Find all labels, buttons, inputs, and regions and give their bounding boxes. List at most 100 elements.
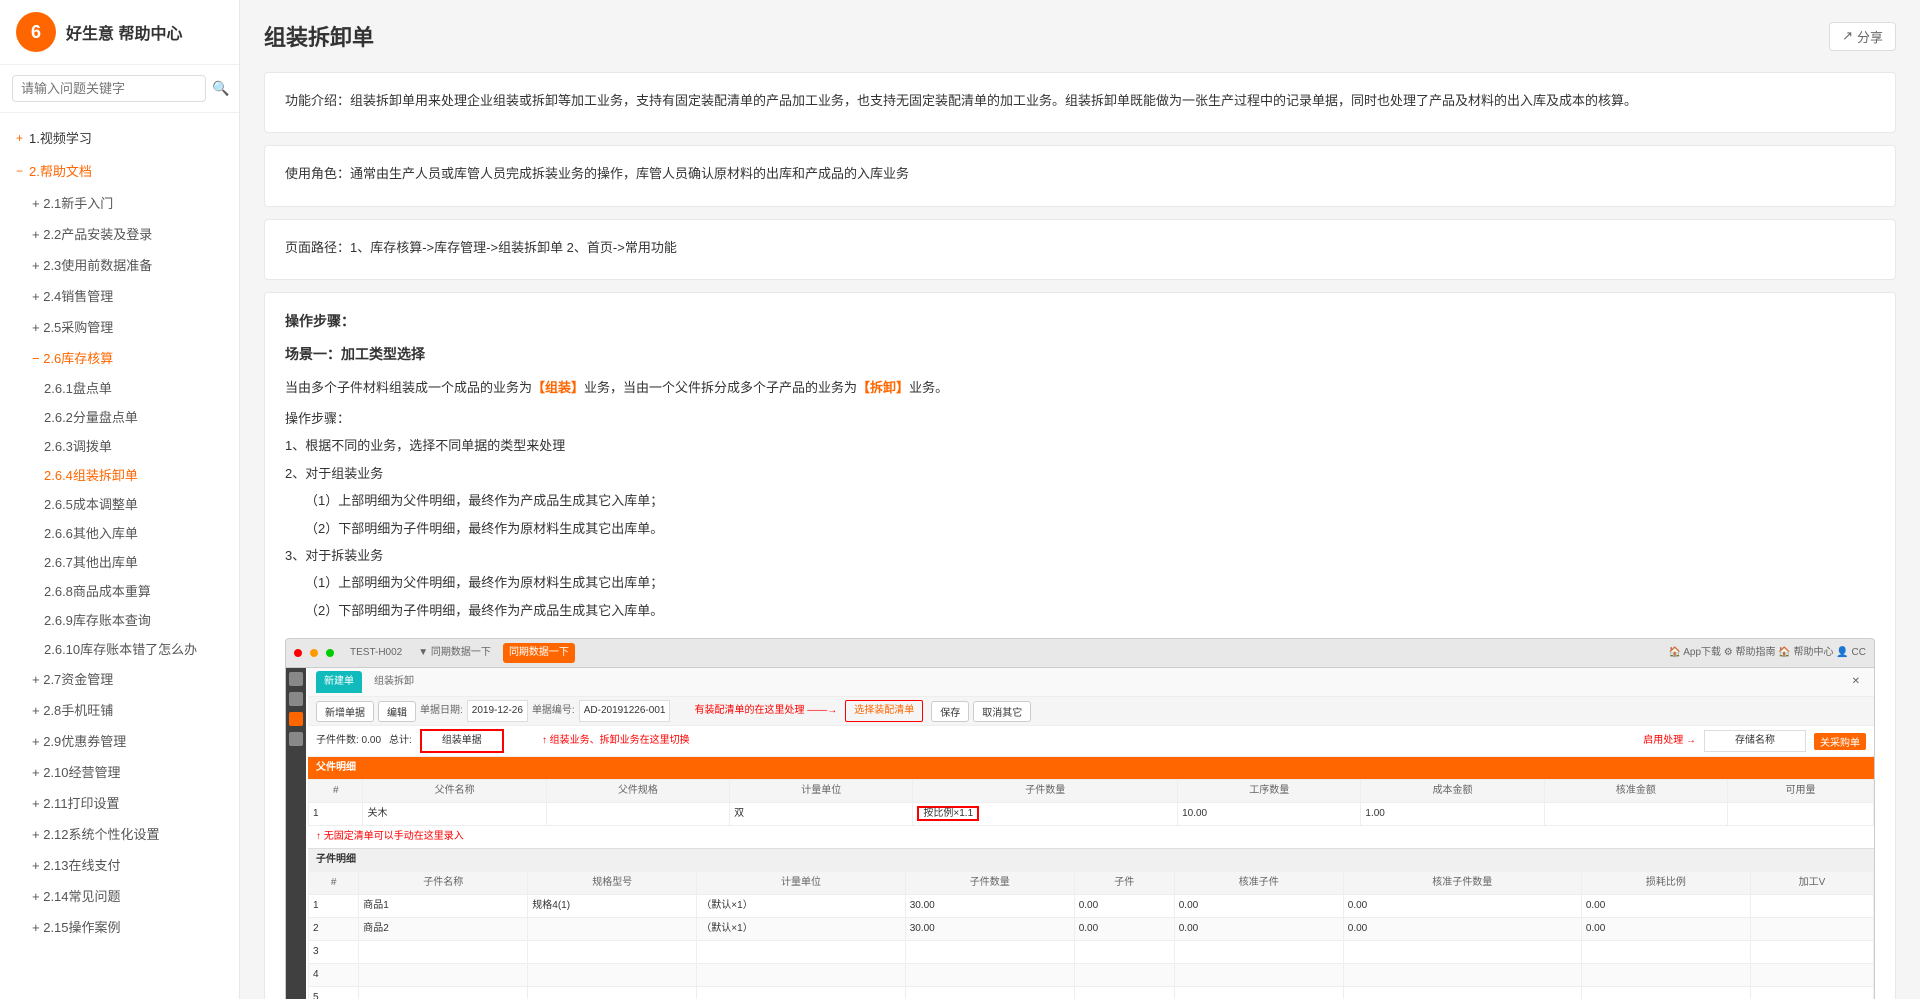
mock-date-label: 单据日期:: [420, 702, 463, 720]
max-dot: [326, 649, 334, 657]
share-icon: ↗: [1842, 28, 1853, 44]
sidebar-item-2-6-10[interactable]: 2.6.10库存账本错了怎么办: [0, 634, 239, 663]
mock-sub-row-4: 4: [309, 964, 1874, 987]
main-content: 组装拆卸单 ↗ 分享 功能介绍：组装拆卸单用来处理企业组装或拆卸等加工业务，支持…: [240, 0, 1920, 999]
mock-sub-th-unit: 计量单位: [697, 872, 905, 895]
path-text: 页面路径：1、库存核算->库存管理->组装拆卸单 2、首页->常用功能: [285, 236, 1875, 259]
search-icon[interactable]: 🔍: [212, 80, 229, 97]
mock-th-avail: 可用量: [1728, 780, 1874, 803]
sidebar-item-2-2[interactable]: + 2.2产品安装及登录: [0, 218, 239, 249]
mock-btn-save[interactable]: 保存: [931, 701, 969, 722]
sidebar-item-2-6-5[interactable]: 2.6.5成本调整单: [0, 489, 239, 518]
mock-sub-th-qty: 子件数量: [905, 872, 1074, 895]
sidebar-item-2-6-6[interactable]: 2.6.6其他入库单: [0, 518, 239, 547]
mock-th-qty: 子件数量: [913, 780, 1178, 803]
sidebar-item-label: 1.视频学习: [29, 128, 92, 147]
mock-lower-section: 子件明细: [308, 848, 1874, 871]
mock-batch-btn[interactable]: 关采购单: [1814, 733, 1866, 750]
mock-th-unit: 计量单位: [730, 780, 913, 803]
sidebar-item-2-13[interactable]: + 2.13在线支付: [0, 849, 239, 880]
sidebar-item-2-15[interactable]: + 2.15操作案例: [0, 911, 239, 942]
sidebar-item-2-6-3[interactable]: 2.6.3调拨单: [0, 431, 239, 460]
sidebar-item-2-1[interactable]: + 2.1新手入门: [0, 187, 239, 218]
mock-th-approved: 核准金额: [1544, 780, 1727, 803]
mock-upper-section: 父件明细: [308, 757, 1874, 779]
sidebar-item-2-11[interactable]: + 2.11打印设置: [0, 787, 239, 818]
mock-nav-icon2: [289, 692, 303, 706]
search-input[interactable]: [12, 75, 206, 102]
step2-sub1: （1）上部明细为父件明细，最终作为产成品生成其它入库单；: [285, 489, 1875, 512]
mock-tab1: 新建单: [316, 671, 362, 693]
logo-icon: 6: [16, 12, 56, 52]
intro-card: 功能介绍：组装拆卸单用来处理企业组装或拆卸等加工业务，支持有固定装配清单的产品加…: [264, 72, 1896, 133]
screenshot-mockup: TEST-H002 ▼ 同期数据一下 同期数据一下 🏠 App下载 ⚙ 帮助指南…: [285, 638, 1875, 999]
mock-btn-new[interactable]: 新增单据: [316, 701, 374, 722]
share-button[interactable]: ↗ 分享: [1829, 22, 1896, 51]
sidebar-item-2-14[interactable]: + 2.14常见问题: [0, 880, 239, 911]
mock-total-label: 总计:: [389, 732, 412, 750]
sidebar-item-2-5[interactable]: + 2.5采购管理: [0, 311, 239, 342]
mock-orange-btn: 同期数据一下: [503, 643, 575, 663]
mock-th-parent-name: 父件名称: [363, 780, 546, 803]
mock-tabs: 新建单 组装拆卸 ✕: [308, 668, 1874, 697]
sidebar-item-2-6-4[interactable]: 2.6.4组装拆卸单: [0, 460, 239, 489]
sidebar-item-2-6-8[interactable]: 2.6.8商品成本重算: [0, 576, 239, 605]
sidebar-item-2-6-7[interactable]: 2.6.7其他出库单: [0, 547, 239, 576]
close-dot: [294, 649, 302, 657]
plus-icon: +: [32, 858, 43, 873]
mock-nav-icon3: [289, 712, 303, 726]
mock-type-selector-wrap: 组装单据: [420, 729, 504, 753]
mock-sub-row-3: 3: [309, 941, 1874, 964]
minus-icon: −: [16, 164, 23, 178]
mock-config-btn: 选择装配清单: [845, 700, 923, 722]
plus-icon: +: [32, 672, 43, 687]
sidebar-item-2-3[interactable]: + 2.3使用前数据准备: [0, 249, 239, 280]
sidebar-item-help-docs[interactable]: − 2.帮助文档: [0, 154, 239, 187]
scenario1-title: 场景一：加工类型选择: [285, 342, 1875, 367]
mock-lower-table: # 子件名称 规格型号 计量单位 子件数量 子件 核准子件 核准子件数量 损耗比…: [308, 871, 1874, 999]
mock-upper-row-1: 1 关木 双 按比例×1.1 10.00 1.00: [309, 803, 1874, 826]
mock-tab-close: ✕: [1846, 671, 1866, 693]
sidebar-nav: + 1.视频学习 − 2.帮助文档 + 2.1新手入门 + 2.2产品安装及登录…: [0, 113, 239, 999]
intro-text: 功能介绍：组装拆卸单用来处理企业组装或拆卸等加工业务，支持有固定装配清单的产品加…: [285, 89, 1875, 112]
mock-browser-bar: TEST-H002 ▼ 同期数据一下 同期数据一下 🏠 App下载 ⚙ 帮助指南…: [286, 639, 1874, 668]
sidebar-item-2-8[interactable]: + 2.8手机旺铺: [0, 694, 239, 725]
step3: 3、对于拆装业务: [285, 544, 1875, 567]
step3-sub2: （2）下部明细为子件明细，最终作为产成品生成其它入库单。: [285, 599, 1875, 622]
plus-icon: +: [32, 196, 43, 211]
step1: 1、根据不同的业务，选择不同单据的类型来处理: [285, 434, 1875, 457]
mock-order-value: AD-20191226-001: [579, 700, 671, 722]
mock-th-cost: 成本金额: [1361, 780, 1544, 803]
plus-icon: +: [32, 227, 43, 242]
sidebar-item-2-4[interactable]: + 2.4销售管理: [0, 280, 239, 311]
sidebar-item-2-6[interactable]: − 2.6库存核算: [0, 342, 239, 373]
sidebar-item-2-12[interactable]: + 2.12系统个性化设置: [0, 818, 239, 849]
sidebar-item-2-9[interactable]: + 2.9优惠券管理: [0, 725, 239, 756]
mock-btn-edit[interactable]: 编辑: [378, 701, 416, 722]
sidebar-item-video[interactable]: + 1.视频学习: [0, 121, 239, 154]
sidebar-item-2-6-9[interactable]: 2.6.9库存账本查询: [0, 605, 239, 634]
mock-ann-type: ↑ 组装业务、拆卸业务在这里切换: [542, 732, 690, 750]
mock-sub-row-1: 1 商品1 规格4(1) （默认×1） 30.00 0.00 0.00 0.00…: [309, 895, 1874, 918]
sidebar-item-2-6-2[interactable]: 2.6.2分量盘点单: [0, 402, 239, 431]
plus-icon: +: [32, 258, 43, 273]
ops-steps-title: 操作步骤：: [285, 407, 1875, 430]
mock-btn-cancel[interactable]: 取消其它: [973, 701, 1031, 722]
sidebar: 6 好生意 帮助中心 🔍 + 1.视频学习 − 2.帮助文档 + 2.1新手入门…: [0, 0, 240, 999]
mock-sub-row-5: 5: [309, 987, 1874, 999]
mock-tab2: 组装拆卸: [368, 671, 420, 693]
ops-card: 操作步骤： 场景一：加工类型选择 当由多个子件材料组装成一个成品的业务为【组装】…: [264, 292, 1896, 999]
sidebar-item-2-6-1[interactable]: 2.6.1盘点单: [0, 373, 239, 402]
sidebar-item-2-7[interactable]: + 2.7资金管理: [0, 663, 239, 694]
plus-icon: +: [32, 796, 43, 811]
role-text: 使用角色：通常由生产人员或库管人员完成拆装业务的操作，库管人员确认原材料的出库和…: [285, 162, 1875, 185]
mock-batch-field: 存储名称: [1704, 730, 1806, 752]
sidebar-item-2-10[interactable]: + 2.10经营管理: [0, 756, 239, 787]
role-card: 使用角色：通常由生产人员或库管人员完成拆装业务的操作，库管人员确认原材料的出库和…: [264, 145, 1896, 206]
mock-field-row: 子件件数: 0.00 总计: 组装单据 ↑ 组装业务、拆卸业务在这里切换 启用处…: [308, 726, 1874, 757]
page-title: 组装拆卸单: [264, 20, 374, 52]
mock-sub-th-approved: 核准子件: [1174, 872, 1343, 895]
mock-th-no: #: [309, 780, 363, 803]
mock-th-proc-qty: 工序数量: [1178, 780, 1361, 803]
site-title: 好生意 帮助中心: [66, 20, 182, 44]
